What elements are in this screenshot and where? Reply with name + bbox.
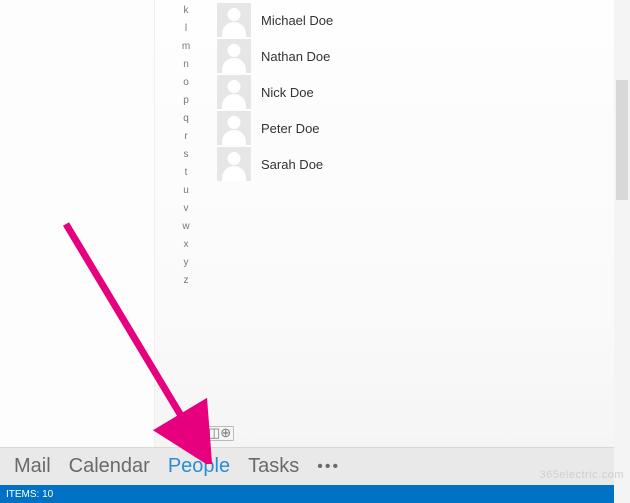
nav-people[interactable]: People (168, 455, 230, 478)
contact-row[interactable]: Nathan Doe (217, 38, 630, 74)
nav-more-icon[interactable]: ••• (317, 458, 340, 476)
alpha-index-letter[interactable]: w (155, 218, 217, 236)
contacts-container: klmnopqrstuvwxyz Michael Doe Nathan Doe Ni… (155, 0, 630, 290)
person-avatar-icon (217, 147, 251, 181)
folder-pane (0, 0, 155, 447)
scrollbar-thumb[interactable] (616, 80, 628, 200)
contact-name: Nick Doe (261, 85, 314, 100)
contact-row[interactable]: Nick Doe (217, 74, 630, 110)
alpha-index-letter[interactable]: m (155, 38, 217, 56)
contact-row[interactable]: Sarah Doe (217, 146, 630, 182)
contact-list-pane: klmnopqrstuvwxyz Michael Doe Nathan Doe Ni… (155, 0, 630, 447)
alpha-index-letter[interactable]: p (155, 92, 217, 110)
alpha-index[interactable]: klmnopqrstuvwxyz (155, 0, 217, 290)
contact-name: Sarah Doe (261, 157, 323, 172)
alpha-index-letter[interactable]: o (155, 74, 217, 92)
alpha-index-letter[interactable]: y (155, 254, 217, 272)
alpha-index-letter[interactable]: t (155, 164, 217, 182)
nav-tasks[interactable]: Tasks (248, 455, 299, 478)
nav-calendar[interactable]: Calendar (69, 455, 150, 478)
view-toggle-icon[interactable]: ◫⊕ (205, 426, 234, 441)
content-area: klmnopqrstuvwxyz Michael Doe Nathan Doe Ni… (0, 0, 630, 447)
vertical-scrollbar[interactable] (614, 0, 630, 447)
app-root: klmnopqrstuvwxyz Michael Doe Nathan Doe Ni… (0, 0, 630, 503)
alpha-index-letter[interactable]: k (155, 2, 217, 20)
alpha-index-letter[interactable]: s (155, 146, 217, 164)
alpha-index-letter[interactable]: r (155, 128, 217, 146)
person-avatar-icon (217, 3, 251, 37)
people-list: Michael Doe Nathan Doe Nick Doe Peter Doe Sa… (217, 0, 630, 290)
status-item-count: ITEMS: 10 (6, 489, 53, 500)
alpha-index-letter[interactable]: l (155, 20, 217, 38)
person-avatar-icon (217, 111, 251, 145)
watermark: 365electric.com (539, 469, 624, 481)
contact-name: Nathan Doe (261, 49, 330, 64)
alpha-index-letter[interactable]: v (155, 200, 217, 218)
alpha-index-letter[interactable]: x (155, 236, 217, 254)
status-bar: ITEMS: 10 (0, 485, 630, 503)
nav-mail[interactable]: Mail (14, 455, 51, 478)
contact-name: Peter Doe (261, 121, 320, 136)
alpha-index-letter[interactable]: n (155, 56, 217, 74)
alpha-index-letter[interactable]: z (155, 272, 217, 290)
contact-row[interactable]: Peter Doe (217, 110, 630, 146)
navigation-bar: Mail Calendar People Tasks ••• (0, 447, 630, 485)
person-avatar-icon (217, 39, 251, 73)
contact-name: Michael Doe (261, 13, 333, 28)
contact-row[interactable]: Michael Doe (217, 2, 630, 38)
person-avatar-icon (217, 75, 251, 109)
alpha-index-letter[interactable]: u (155, 182, 217, 200)
alpha-index-letter[interactable]: q (155, 110, 217, 128)
